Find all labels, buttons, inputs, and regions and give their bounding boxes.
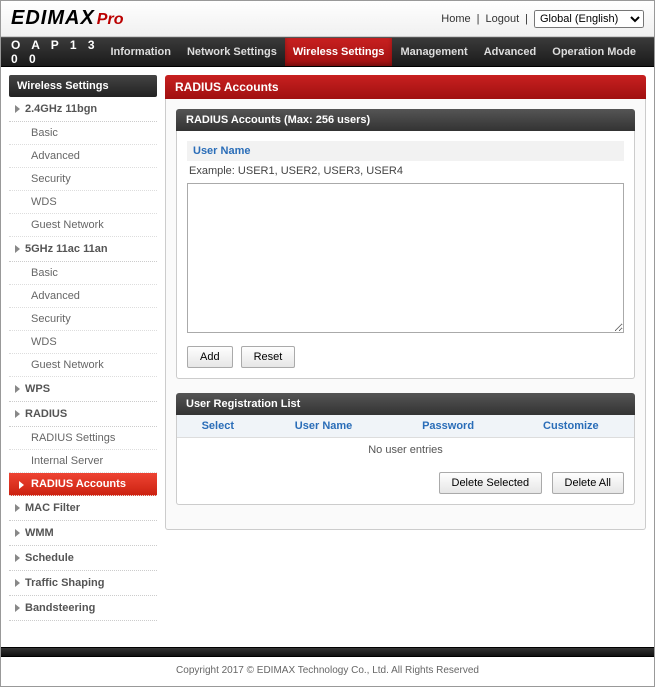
sidebar-item-5ghz[interactable]: 5GHz 11ac 11an: [9, 237, 157, 262]
tab-information[interactable]: Information: [102, 38, 179, 66]
example-text: Example: USER1, USER2, USER3, USER4: [187, 161, 624, 183]
tab-advanced[interactable]: Advanced: [476, 38, 545, 66]
sidebar-item-24ghz[interactable]: 2.4GHz 11bgn: [9, 97, 157, 122]
col-password: Password: [388, 415, 507, 438]
sidebar-item-traffic[interactable]: Traffic Shaping: [9, 571, 157, 596]
logout-link[interactable]: Logout: [485, 13, 519, 25]
tab-network-settings[interactable]: Network Settings: [179, 38, 285, 66]
sidebar-item-mac-filter[interactable]: MAC Filter: [9, 496, 157, 521]
sidebar-sub-basic-5[interactable]: Basic: [9, 262, 157, 285]
sidebar-sub-guest-24[interactable]: Guest Network: [9, 214, 157, 237]
reset-button[interactable]: Reset: [241, 346, 296, 368]
sidebar-sub-radius-settings[interactable]: RADIUS Settings: [9, 427, 157, 450]
brand-suffix: Pro: [97, 11, 124, 29]
sidebar-sub-wds-5[interactable]: WDS: [9, 331, 157, 354]
sidebar-item-schedule[interactable]: Schedule: [9, 546, 157, 571]
main-content: RADIUS Accounts RADIUS Accounts (Max: 25…: [165, 75, 646, 639]
page-title: RADIUS Accounts: [165, 75, 646, 99]
sidebar-sub-advanced-24[interactable]: Advanced: [9, 145, 157, 168]
section-registration-title: User Registration List: [176, 393, 635, 415]
add-button[interactable]: Add: [187, 346, 233, 368]
tab-management[interactable]: Management: [392, 38, 475, 66]
delete-selected-button[interactable]: Delete Selected: [439, 472, 543, 494]
main-nav: O A P 1 3 0 0 Information Network Settin…: [1, 37, 654, 67]
sidebar-title: Wireless Settings: [9, 75, 157, 97]
sidebar-item-wps[interactable]: WPS: [9, 377, 157, 402]
no-entries-row: No user entries: [177, 438, 634, 463]
col-username: User Name: [259, 415, 389, 438]
sidebar-sub-security-24[interactable]: Security: [9, 168, 157, 191]
home-link[interactable]: Home: [441, 13, 470, 25]
device-model: O A P 1 3 0 0: [11, 38, 102, 66]
sidebar-sub-radius-accounts[interactable]: RADIUS Accounts: [9, 473, 157, 496]
footer-text: Copyright 2017 © EDIMAX Technology Co., …: [1, 657, 654, 686]
top-bar: EDIMAX Pro Home | Logout | Global (Engli…: [1, 1, 654, 37]
col-customize: Customize: [508, 415, 634, 438]
sidebar-sub-internal-server[interactable]: Internal Server: [9, 450, 157, 473]
brand-name: EDIMAX: [11, 7, 95, 30]
sidebar-sub-advanced-5[interactable]: Advanced: [9, 285, 157, 308]
sidebar-sub-basic-24[interactable]: Basic: [9, 122, 157, 145]
delete-all-button[interactable]: Delete All: [552, 472, 624, 494]
header-links: Home | Logout | Global (English): [441, 10, 644, 28]
sidebar-sub-wds-24[interactable]: WDS: [9, 191, 157, 214]
bottom-bar: [1, 647, 654, 657]
language-select[interactable]: Global (English): [534, 10, 644, 28]
sidebar-item-wmm[interactable]: WMM: [9, 521, 157, 546]
username-textarea[interactable]: [187, 183, 624, 333]
col-select: Select: [177, 415, 259, 438]
tab-operation-mode[interactable]: Operation Mode: [544, 38, 644, 66]
tab-wireless-settings[interactable]: Wireless Settings: [285, 38, 393, 66]
sidebar-item-bandsteering[interactable]: Bandsteering: [9, 596, 157, 621]
brand-logo: EDIMAX Pro: [11, 7, 123, 30]
registration-table: Select User Name Password Customize No u…: [177, 415, 634, 462]
username-label: User Name: [187, 141, 624, 161]
sidebar: Wireless Settings 2.4GHz 11bgn Basic Adv…: [9, 75, 157, 639]
sidebar-sub-guest-5[interactable]: Guest Network: [9, 354, 157, 377]
sidebar-sub-security-5[interactable]: Security: [9, 308, 157, 331]
sidebar-item-radius[interactable]: RADIUS: [9, 402, 157, 427]
section-accounts-title: RADIUS Accounts (Max: 256 users): [176, 109, 635, 131]
